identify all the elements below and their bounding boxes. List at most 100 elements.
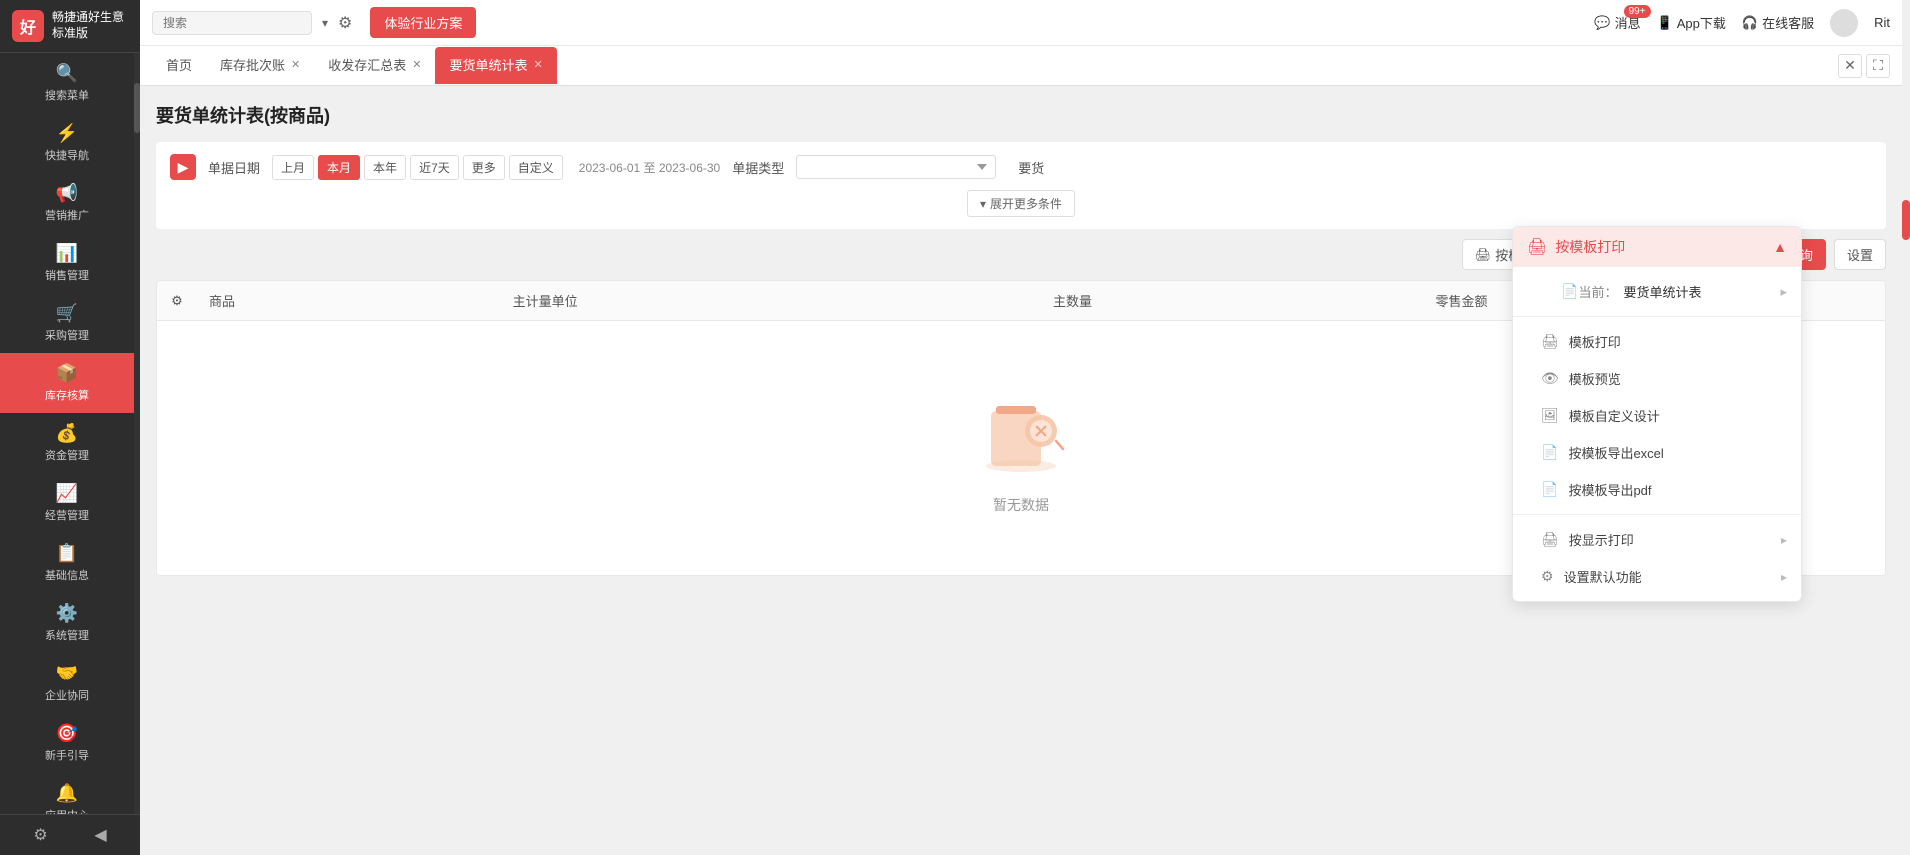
date-btn-7days[interactable]: 近7天: [410, 155, 459, 180]
tab-inventory-batch-label: 库存批次账: [220, 55, 285, 74]
dropdown-template-excel-icon: 📄: [1541, 444, 1558, 461]
tab-expand-btn[interactable]: ⛶: [1866, 54, 1890, 78]
user-avatar[interactable]: [1830, 9, 1858, 37]
dropdown-item-template-print[interactable]: 🖨 模板打印: [1513, 323, 1801, 360]
logo-icon: 好: [12, 10, 44, 42]
user-name: Rit: [1874, 15, 1890, 30]
expand-conditions-label: 展开更多条件: [990, 195, 1062, 212]
right-scrollbar[interactable]: [1902, 0, 1910, 855]
logo-text: 畅捷通好生意 标准版: [52, 10, 124, 41]
date-btn-custom[interactable]: 自定义: [509, 155, 563, 180]
sidebar-item-guide[interactable]: 🎯 新手引导: [0, 713, 134, 773]
tab-close-btn[interactable]: ✕: [1838, 54, 1862, 78]
dropdown-item-template-design[interactable]: 🖼 模板自定义设计: [1513, 397, 1801, 434]
sidebar-item-system[interactable]: ⚙️ 系统管理: [0, 593, 134, 653]
sidebar-logo: 好 畅捷通好生意 标准版: [0, 0, 140, 53]
page-title: 要货单统计表(按商品): [156, 102, 1886, 128]
topbar-right: 💬 消息 99+ 📱 App下载 🎧 在线客服 Rit: [1594, 9, 1890, 37]
date-btn-this-year[interactable]: 本年: [364, 155, 406, 180]
date-btn-this-month[interactable]: 本月: [318, 155, 360, 180]
topbar-gear-icon[interactable]: ⚙: [338, 13, 352, 33]
dropdown-template-pdf-label: 按模板导出pdf: [1568, 480, 1787, 499]
sidebar-item-finance[interactable]: 💰 资金管理: [0, 413, 134, 473]
dropdown-panel: 🖨 按模板打印 ▲ 📄 当前： 要货单统计表 ▸ 🖨 模: [1512, 226, 1802, 602]
sidebar-item-search[interactable]: 🔍 搜索菜单: [0, 53, 134, 113]
tab-order-stats[interactable]: 要货单统计表 ✕: [435, 47, 556, 84]
dropdown-template-design-icon: 🖼: [1541, 407, 1559, 424]
dropdown-default-func-icon: ⚙: [1541, 568, 1554, 585]
dropdown-template-section: 🖨 模板打印 👁 模板预览 🖼 模板自定义设计 📄 按模板导出excel 📄: [1513, 317, 1801, 515]
sidebar-item-inventory[interactable]: 📦 库存核算: [0, 353, 134, 413]
dropdown-template-excel-label: 按模板导出excel: [1568, 443, 1787, 462]
dropdown-template-print-label: 模板打印: [1569, 332, 1787, 351]
expand-conditions-button[interactable]: ▾ 展开更多条件: [967, 190, 1075, 217]
col-product: 商品: [197, 281, 501, 321]
dropdown-current-row[interactable]: 📄 当前： 要货单统计表 ▸: [1513, 273, 1801, 310]
empty-illustration: [971, 381, 1071, 481]
dropdown-item-display-print[interactable]: 🖨 按显示打印 ▸: [1513, 521, 1801, 558]
dropdown-item-template-preview[interactable]: 👁 模板预览: [1513, 360, 1801, 397]
message-item[interactable]: 💬 消息 99+: [1594, 13, 1640, 32]
sidebar-item-sales[interactable]: 📊 销售管理: [0, 233, 134, 293]
search-dropdown-btn[interactable]: ▾: [322, 16, 328, 30]
sales-icon: 📊: [56, 243, 78, 264]
date-btn-last-month[interactable]: 上月: [272, 155, 314, 180]
sidebar-item-quicknav[interactable]: ⚡ 快捷导航: [0, 113, 134, 173]
tab-inventory-batch[interactable]: 库存批次账 ✕: [206, 47, 314, 84]
expand-down-icon: ▾: [980, 197, 986, 211]
sidebar-item-appstore[interactable]: 🔔 应用中心: [0, 773, 134, 814]
tab-order-stats-label: 要货单统计表: [449, 55, 527, 74]
tab-end-buttons: ✕ ⛶: [1838, 54, 1890, 78]
sidebar: 好 畅捷通好生意 标准版 🔍 搜索菜单 ⚡ 快捷导航 📢 营销推广 📊 销售管理: [0, 0, 140, 855]
app-download-item[interactable]: 📱 App下载: [1657, 13, 1726, 32]
online-service-label: 在线客服: [1762, 13, 1814, 32]
system-icon: ⚙️: [56, 603, 78, 624]
sidebar-item-enterprise[interactable]: 🤝 企业协同: [0, 653, 134, 713]
dropdown-default-func-arrow: ▸: [1781, 570, 1787, 584]
filter-toggle-button[interactable]: ▶: [170, 154, 196, 180]
enterprise-icon: 🤝: [56, 663, 78, 684]
settings-bottom-icon[interactable]: ⚙: [33, 825, 47, 845]
trial-button[interactable]: 体验行业方案: [370, 7, 476, 38]
dropdown-template-preview-label: 模板预览: [1569, 369, 1787, 388]
dropdown-template-print-icon: 🖨: [1541, 333, 1559, 350]
collapse-icon[interactable]: ◀: [94, 825, 106, 845]
dropdown-extra-section: 🖨 按显示打印 ▸ ⚙ 设置默认功能 ▸: [1513, 515, 1801, 601]
dropdown-header[interactable]: 🖨 按模板打印 ▲: [1513, 227, 1801, 267]
page-content: 要货单统计表(按商品) ▶ 单据日期 上月 本月 本年 近7天 更多 自定义 2…: [140, 86, 1902, 855]
filter-bar: ▶ 单据日期 上月 本月 本年 近7天 更多 自定义 2023-06-01 至 …: [156, 142, 1886, 229]
flash-icon: ⚡: [56, 123, 78, 144]
sidebar-item-purchase[interactable]: 🛒 采购管理: [0, 293, 134, 353]
online-service-item[interactable]: 🎧 在线客服: [1742, 13, 1814, 32]
sidebar-item-operation[interactable]: 📈 经营管理: [0, 473, 134, 533]
settings-button[interactable]: 设置: [1834, 239, 1886, 270]
dropdown-current-section: 📄 当前： 要货单统计表 ▸: [1513, 267, 1801, 317]
dropdown-item-template-excel[interactable]: 📄 按模板导出excel: [1513, 434, 1801, 471]
sidebar-item-basic[interactable]: 📋 基础信息: [0, 533, 134, 593]
search-input[interactable]: [152, 11, 312, 35]
date-btn-more[interactable]: 更多: [463, 155, 505, 180]
app-download-icon: 📱: [1657, 15, 1673, 31]
dropdown-default-func-label: 设置默认功能: [1564, 567, 1771, 586]
guide-icon: 🎯: [56, 723, 78, 744]
tab-receipt-summary[interactable]: 收发存汇总表 ✕: [314, 47, 435, 84]
filter-row-1: ▶ 单据日期 上月 本月 本年 近7天 更多 自定义 2023-06-01 至 …: [170, 154, 1872, 180]
col-unit: 主计量单位: [501, 281, 1041, 321]
col-settings[interactable]: ⚙: [157, 281, 197, 321]
app-download-label: App下载: [1677, 13, 1726, 32]
dropdown-item-default-func[interactable]: ⚙ 设置默认功能 ▸: [1513, 558, 1801, 595]
user-name-item[interactable]: Rit: [1874, 15, 1890, 30]
date-buttons: 上月 本月 本年 近7天 更多 自定义: [272, 155, 563, 180]
dropdown-display-print-icon: 🖨: [1541, 531, 1559, 548]
finance-icon: 💰: [56, 423, 78, 444]
message-badge: 99+: [1624, 5, 1651, 18]
dropdown-item-template-pdf[interactable]: 📄 按模板导出pdf: [1513, 471, 1801, 508]
sidebar-bottom: ⚙ ◀: [0, 814, 140, 855]
tab-receipt-summary-close[interactable]: ✕: [412, 58, 421, 71]
type-select[interactable]: [796, 155, 996, 179]
tab-home[interactable]: 首页: [152, 47, 206, 84]
sidebar-item-marketing[interactable]: 📢 营销推广: [0, 173, 134, 233]
dropdown-print-icon: 🖨: [1527, 237, 1547, 257]
tab-inventory-batch-close[interactable]: ✕: [291, 58, 300, 71]
tab-order-stats-close[interactable]: ✕: [534, 58, 543, 71]
